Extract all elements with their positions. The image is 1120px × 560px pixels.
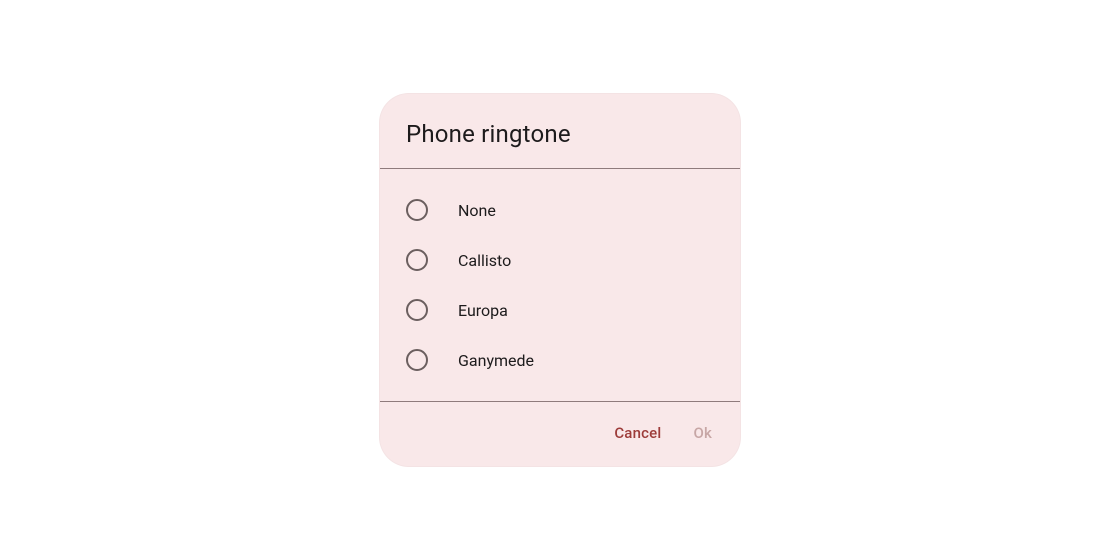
radio-icon bbox=[406, 199, 428, 221]
option-ganymede[interactable]: Ganymede bbox=[380, 335, 740, 385]
option-label: Europa bbox=[458, 301, 508, 320]
option-callisto[interactable]: Callisto bbox=[380, 235, 740, 285]
option-list: None Callisto Europa Ganymede bbox=[380, 169, 740, 402]
cancel-button[interactable]: Cancel bbox=[614, 424, 661, 442]
option-label: None bbox=[458, 201, 496, 220]
option-europa[interactable]: Europa bbox=[380, 285, 740, 335]
dialog-header: Phone ringtone bbox=[380, 94, 740, 169]
dialog-title: Phone ringtone bbox=[406, 120, 714, 148]
dialog-actions: Cancel Ok bbox=[380, 402, 740, 466]
ringtone-dialog: Phone ringtone None Callisto Europa Gany… bbox=[379, 93, 741, 467]
option-label: Callisto bbox=[458, 251, 511, 270]
option-none[interactable]: None bbox=[380, 185, 740, 235]
option-label: Ganymede bbox=[458, 351, 534, 370]
radio-icon bbox=[406, 349, 428, 371]
radio-icon bbox=[406, 299, 428, 321]
radio-icon bbox=[406, 249, 428, 271]
ok-button[interactable]: Ok bbox=[693, 424, 712, 442]
